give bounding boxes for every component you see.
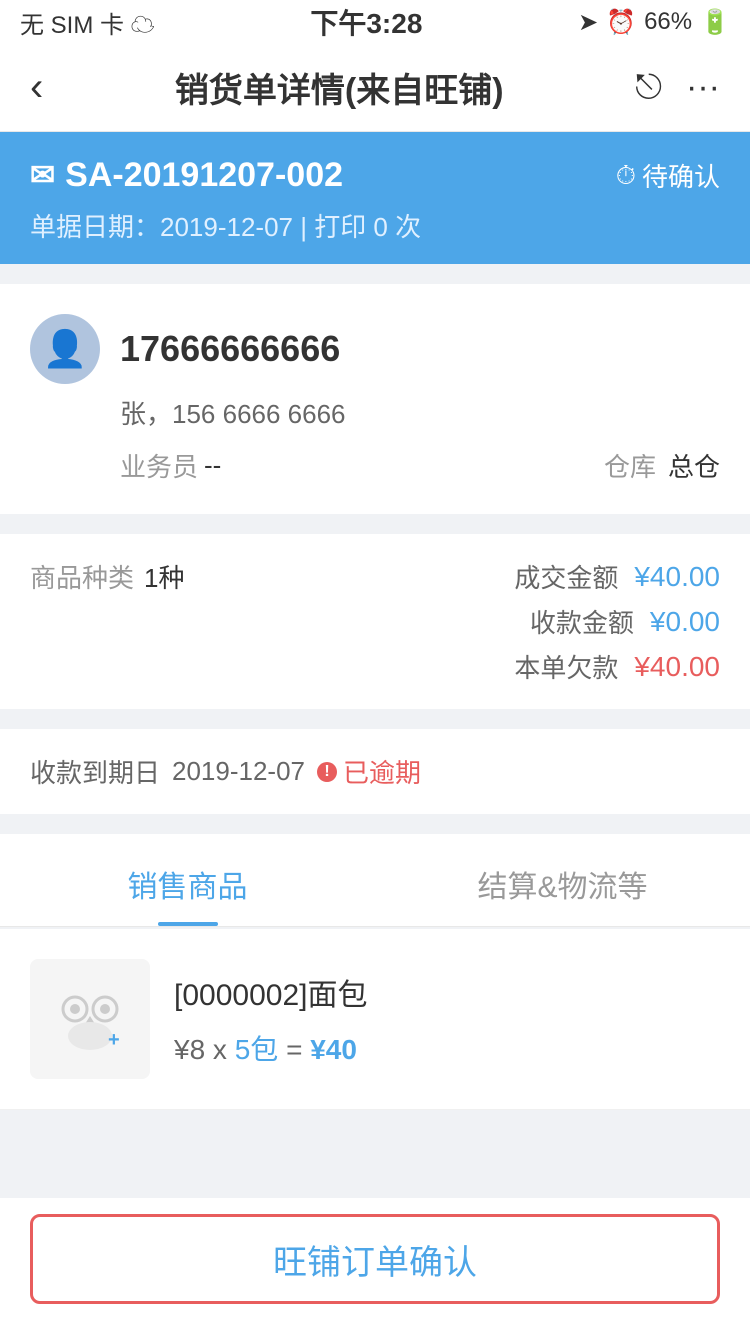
price-value: ¥8 [174, 1034, 205, 1065]
order-header-top: ✉ SA-20191207-002 ⏱ 待确认 [30, 156, 720, 195]
status-text: 待确认 [642, 157, 720, 194]
sales-value: -- [204, 450, 221, 481]
order-date: 单据日期：2019-12-07 | 打印 0 次 [30, 207, 720, 244]
share-icon[interactable]: ⎋ [635, 68, 662, 107]
due-date-label: 收款到期日 [30, 753, 160, 790]
customer-top: 👤 17666666666 [30, 314, 720, 384]
customer-phone: 17666666666 [120, 328, 340, 370]
tab-settlement-label: 结算&物流等 [477, 871, 647, 904]
transaction-row: 成交金额 ¥40.00 [514, 558, 720, 595]
tab-sales-products-label: 销售商品 [128, 871, 248, 904]
sales-label: 业务员 [120, 447, 198, 484]
order-status: ⏱ 待确认 [616, 157, 720, 194]
location-icon: ➤ [578, 8, 598, 37]
product-price: ¥8 x 5包 = ¥40 [174, 1028, 720, 1068]
due-date-card: 收款到期日 2019-12-07 ! 已逾期 [0, 729, 750, 814]
status-clock-icon: ⏱ [616, 160, 636, 192]
product-logo: + [50, 974, 130, 1064]
balance-label: 本单欠款 [514, 648, 618, 685]
tabs-container: 销售商品 结算&物流等 [0, 834, 750, 927]
battery-icon: 🔋 [700, 8, 730, 37]
balance-row: 本单欠款 ¥40.00 [514, 648, 720, 685]
warehouse-section: 仓库 总仓 [604, 447, 720, 484]
receipt-amount: ¥0.00 [650, 606, 720, 638]
overdue-text: 已逾期 [343, 753, 421, 790]
order-id-text: SA-20191207-002 [65, 156, 343, 195]
status-left: 无 SIM 卡 ☁ [20, 5, 155, 40]
receipt-row: 收款金额 ¥0.00 [530, 603, 720, 640]
type-label: 商品种类 [30, 558, 134, 595]
tab-sales-products[interactable]: 销售商品 [0, 834, 375, 926]
more-icon[interactable]: ··· [686, 68, 720, 107]
table-row: + [0000002]面包 ¥8 x 5包 = ¥40 [0, 929, 750, 1110]
status-time: 下午3:28 [310, 2, 422, 42]
page-title: 销货单详情(来自旺铺) [175, 63, 504, 112]
warehouse-label: 仓库 [604, 447, 656, 484]
balance-amount: ¥40.00 [634, 651, 720, 683]
order-icon: ✉ [30, 158, 55, 193]
tab-settlement[interactable]: 结算&物流等 [375, 834, 750, 926]
svg-text:+: + [108, 1029, 120, 1051]
summary-left: 商品种类 1种 [30, 558, 514, 595]
product-list: + [0000002]面包 ¥8 x 5包 = ¥40 [0, 929, 750, 1110]
nav-bar: ‹ 销货单详情(来自旺铺) ⎋ ··· [0, 44, 750, 132]
receipt-label: 收款金额 [530, 603, 634, 640]
status-bar: 无 SIM 卡 ☁ 下午3:28 ➤ ⏰ 66% 🔋 [0, 0, 750, 44]
avatar: 👤 [30, 314, 100, 384]
quantity-value: 5包 [235, 1034, 279, 1065]
transaction-amount: ¥40.00 [634, 561, 720, 593]
product-thumbnail: + [30, 959, 150, 1079]
status-right: ➤ ⏰ 66% 🔋 [578, 8, 730, 37]
due-date-value: 2019-12-07 [172, 756, 305, 787]
order-id: ✉ SA-20191207-002 [30, 156, 343, 195]
confirm-order-button[interactable]: 旺铺订单确认 [30, 1214, 720, 1304]
type-value: 1种 [144, 558, 184, 595]
transaction-label: 成交金额 [514, 558, 618, 595]
warehouse-value: 总仓 [668, 447, 720, 484]
order-header: ✉ SA-20191207-002 ⏱ 待确认 单据日期：2019-12-07 … [0, 132, 750, 264]
nav-actions: ⎋ ··· [635, 68, 720, 107]
total-value: ¥40 [310, 1034, 357, 1065]
back-button[interactable]: ‹ [30, 65, 43, 110]
overdue-badge: ! 已逾期 [317, 753, 421, 790]
overdue-dot-icon: ! [317, 762, 337, 782]
summary-card: 商品种类 1种 成交金额 ¥40.00 收款金额 ¥0.00 本单欠款 ¥40.… [0, 534, 750, 709]
customer-meta: 业务员 -- 仓库 总仓 [120, 447, 720, 484]
battery-level: 66% [644, 8, 692, 36]
bottom-bar: 旺铺订单确认 [0, 1198, 750, 1334]
customer-card: 👤 17666666666 张，156 6666 6666 业务员 -- 仓库 … [0, 284, 750, 514]
sim-status: 无 SIM 卡 ☁ [20, 5, 155, 40]
alarm-icon: ⏰ [606, 8, 636, 37]
customer-name: 张，156 6666 6666 [120, 394, 720, 431]
summary-right: 成交金额 ¥40.00 收款金额 ¥0.00 本单欠款 ¥40.00 [514, 558, 720, 685]
product-info: [0000002]面包 ¥8 x 5包 = ¥40 [174, 970, 720, 1068]
avatar-icon: 👤 [43, 328, 88, 370]
product-name: [0000002]面包 [174, 970, 720, 1014]
